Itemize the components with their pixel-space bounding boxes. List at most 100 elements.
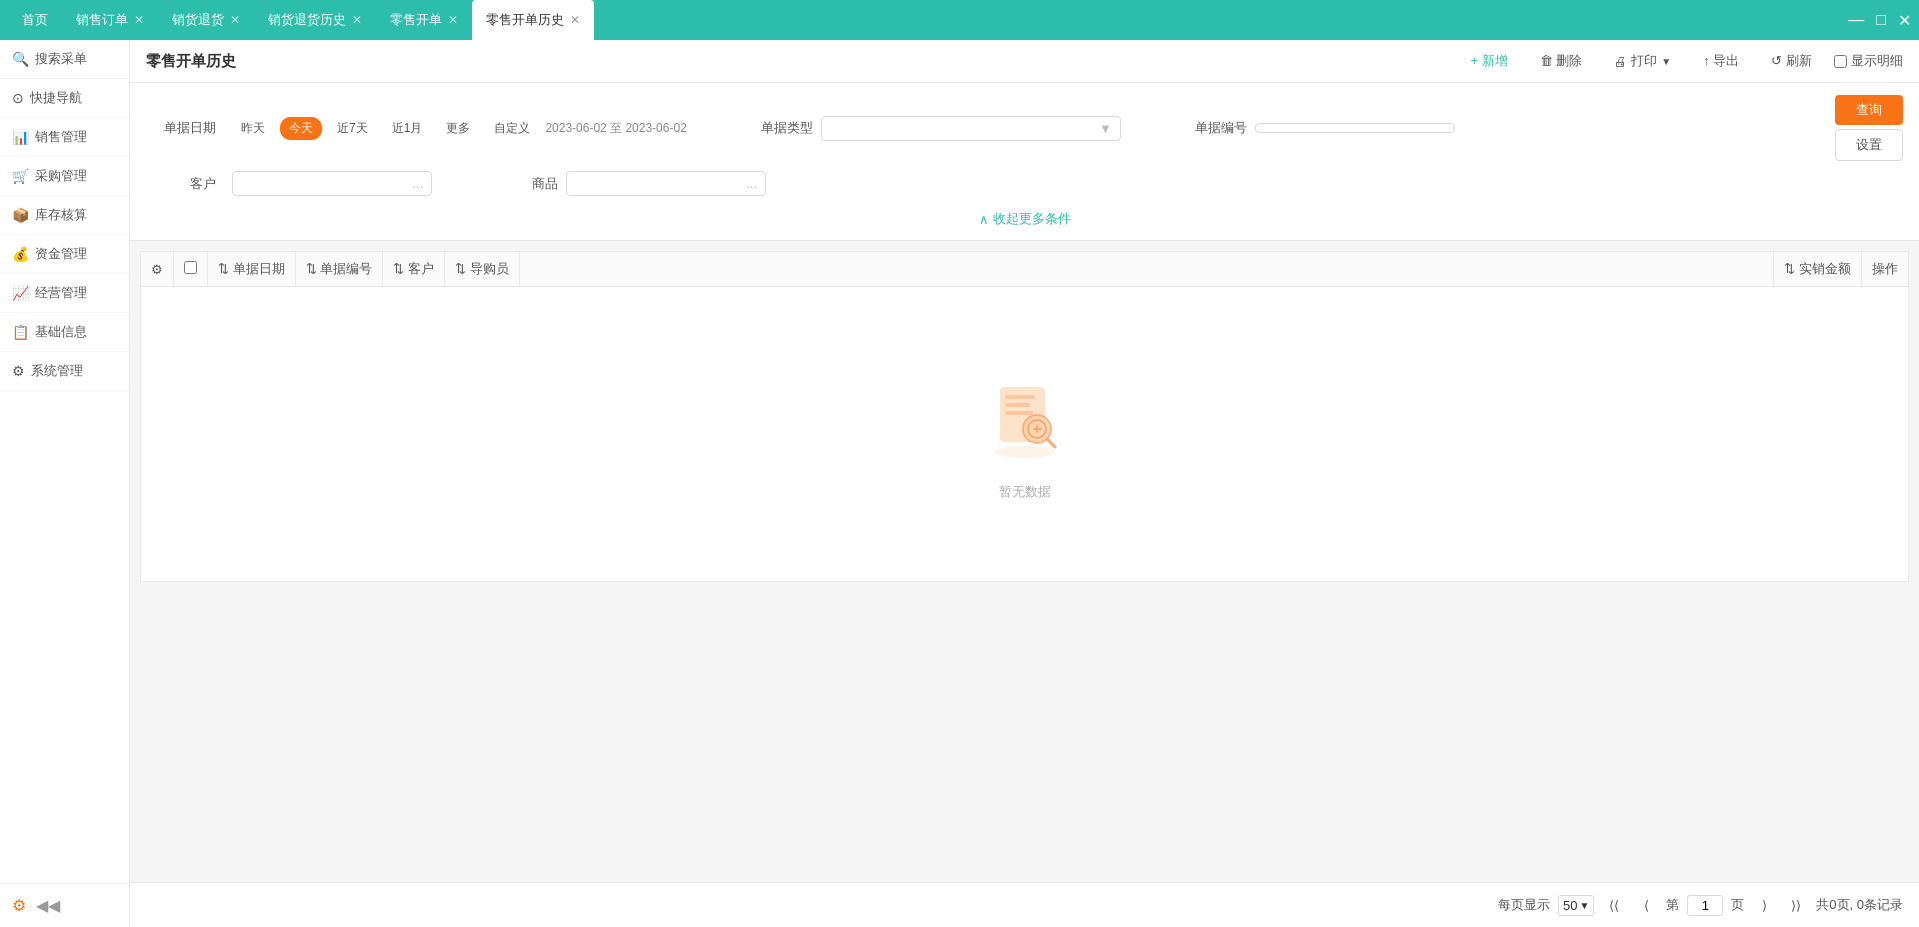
collapse-row[interactable]: ∧ 收起更多条件 (146, 206, 1903, 228)
tab-sales-order-close[interactable]: ✕ (134, 13, 144, 27)
col-amount-sort-icon[interactable]: ⇅ (1784, 261, 1795, 276)
last-page-button[interactable]: ⟩⟩ (1784, 893, 1808, 917)
table-body: 暂无数据 (141, 287, 1909, 582)
minimize-icon[interactable]: — (1848, 11, 1864, 29)
sidebar-item-operations[interactable]: 📈 经营管理 (0, 274, 129, 313)
tab-retail-open-history[interactable]: 零售开单历史 ✕ (472, 0, 594, 40)
sidebar-item-quick-nav[interactable]: ⊙ 快捷导航 (0, 79, 129, 118)
system-icon: ⚙ (12, 363, 25, 379)
settings-gear-icon[interactable]: ⚙ (12, 896, 26, 915)
maximize-icon[interactable]: □ (1876, 11, 1886, 29)
add-button[interactable]: + 新增 (1461, 48, 1518, 74)
tab-retail-open-history-close[interactable]: ✕ (570, 13, 580, 27)
sidebar-item-quick-nav-label: 快捷导航 (30, 89, 82, 107)
tab-retail-open-history-label: 零售开单历史 (486, 11, 564, 29)
search-row-2: 客户 ... 商品 ... (146, 171, 1903, 196)
refresh-button[interactable]: ↺ 刷新 (1761, 48, 1822, 74)
empty-icon (975, 367, 1075, 467)
sidebar-search[interactable]: 🔍 搜索采单 (0, 40, 129, 79)
page-size-value: 50 (1563, 898, 1577, 913)
add-button-label: + 新增 (1471, 52, 1508, 70)
sidebar-item-sales-mgmt[interactable]: 📊 销售管理 (0, 118, 129, 157)
col-salesperson-sort-icon[interactable]: ⇅ (455, 261, 466, 276)
col-checkbox[interactable] (174, 252, 208, 287)
sidebar-item-finance[interactable]: 💰 资金管理 (0, 235, 129, 274)
query-button[interactable]: 查询 (1835, 95, 1903, 125)
tab-sales-order[interactable]: 销售订单 ✕ (62, 0, 158, 40)
date-btn-today[interactable]: 今天 (280, 117, 322, 140)
col-number-sort-icon[interactable]: ⇅ (306, 261, 317, 276)
number-label: 单据编号 (1177, 119, 1247, 137)
col-customer-label: 客户 (408, 261, 434, 276)
sales-mgmt-icon: 📊 (12, 129, 29, 145)
col-amount: ⇅ 实销金额 (1774, 252, 1862, 287)
export-button-label: ↑ 导出 (1703, 52, 1739, 70)
date-btn-7days[interactable]: 近7天 (328, 117, 377, 140)
svg-point-0 (995, 446, 1055, 458)
select-all-checkbox[interactable] (184, 261, 197, 274)
action-buttons: 查询 设置 (1835, 95, 1903, 161)
finance-icon: 💰 (12, 246, 29, 262)
tab-sales-return-history-close[interactable]: ✕ (352, 13, 362, 27)
date-btn-custom[interactable]: 自定义 (485, 117, 539, 140)
display-detail-checkbox-label[interactable]: 显示明细 (1834, 52, 1903, 70)
col-action: 操作 (1862, 252, 1909, 287)
number-filter: 单据编号 (1177, 119, 1455, 137)
sidebar-item-system[interactable]: ⚙ 系统管理 (0, 352, 129, 391)
svg-line-6 (1047, 439, 1055, 447)
sidebar-item-basic-info[interactable]: 📋 基础信息 (0, 313, 129, 352)
col-customer: ⇅ 客户 (383, 252, 445, 287)
date-btn-yesterday[interactable]: 昨天 (232, 117, 274, 140)
first-page-button[interactable]: ⟨⟨ (1602, 893, 1626, 917)
col-settings[interactable]: ⚙ (141, 252, 174, 287)
delete-button[interactable]: 🗑 删除 (1530, 48, 1593, 74)
type-select[interactable]: ▼ (821, 116, 1121, 141)
number-input[interactable] (1255, 123, 1455, 133)
tab-bar: 首页 销售订单 ✕ 销货退货 ✕ 销货退货历史 ✕ 零售开单 ✕ 零售开单历史 … (0, 0, 1919, 40)
tab-sales-return[interactable]: 销货退货 ✕ (158, 0, 254, 40)
next-page-button[interactable]: ⟩ (1752, 893, 1776, 917)
page-size-select[interactable]: 50 ▼ (1558, 895, 1594, 916)
date-range: 2023-06-02 至 2023-06-02 (545, 120, 686, 137)
export-button[interactable]: ↑ 导出 (1693, 48, 1749, 74)
table-header: ⚙ ⇅ 单据日期 ⇅ 单据编号 ⇅ (141, 252, 1909, 287)
page-number-input[interactable] (1687, 895, 1723, 916)
tab-sales-return-close[interactable]: ✕ (230, 13, 240, 27)
tab-sales-return-history[interactable]: 销货退货历史 ✕ (254, 0, 376, 40)
col-date-label: 单据日期 (233, 261, 285, 276)
delete-button-label: 🗑 删除 (1540, 52, 1583, 70)
tab-sales-return-label: 销货退货 (172, 11, 224, 29)
col-number-label: 单据编号 (320, 261, 372, 276)
inventory-icon: 📦 (12, 207, 29, 223)
customer-label: 客户 (146, 175, 216, 193)
tab-retail-open-label: 零售开单 (390, 11, 442, 29)
collapse-label: 收起更多条件 (993, 210, 1071, 228)
prev-page-button[interactable]: ⟨ (1634, 893, 1658, 917)
sidebar-collapse-icon[interactable]: ◀◀ (36, 896, 60, 915)
tab-home[interactable]: 首页 (8, 0, 62, 40)
empty-state: 暂无数据 (141, 287, 1908, 581)
sidebar-item-purchase-mgmt[interactable]: 🛒 采购管理 (0, 157, 129, 196)
sidebar-item-operations-label: 经营管理 (35, 284, 87, 302)
tab-sales-order-label: 销售订单 (76, 11, 128, 29)
sidebar-item-finance-label: 资金管理 (35, 245, 87, 263)
goods-input[interactable]: ... (566, 171, 766, 196)
print-icon: 🖨 (1614, 54, 1627, 69)
close-icon[interactable]: ✕ (1898, 11, 1911, 30)
date-btn-1month[interactable]: 近1月 (383, 117, 432, 140)
page-label: 页 (1731, 896, 1744, 914)
tab-retail-open[interactable]: 零售开单 ✕ (376, 0, 472, 40)
date-btn-more[interactable]: 更多 (437, 117, 479, 140)
page-size-chevron-icon: ▼ (1579, 900, 1589, 911)
tab-retail-open-close[interactable]: ✕ (448, 13, 458, 27)
customer-input[interactable]: ... (232, 171, 432, 196)
col-customer-sort-icon[interactable]: ⇅ (393, 261, 404, 276)
print-button[interactable]: 🖨 打印 ▼ (1604, 48, 1681, 74)
sidebar-item-sales-mgmt-label: 销售管理 (35, 128, 87, 146)
settings-button[interactable]: 设置 (1835, 129, 1903, 161)
display-detail-checkbox[interactable] (1834, 55, 1847, 68)
sidebar-item-inventory[interactable]: 📦 库存核算 (0, 196, 129, 235)
col-date-sort-icon[interactable]: ⇅ (218, 261, 229, 276)
svg-rect-3 (1005, 403, 1030, 407)
type-label: 单据类型 (743, 119, 813, 137)
